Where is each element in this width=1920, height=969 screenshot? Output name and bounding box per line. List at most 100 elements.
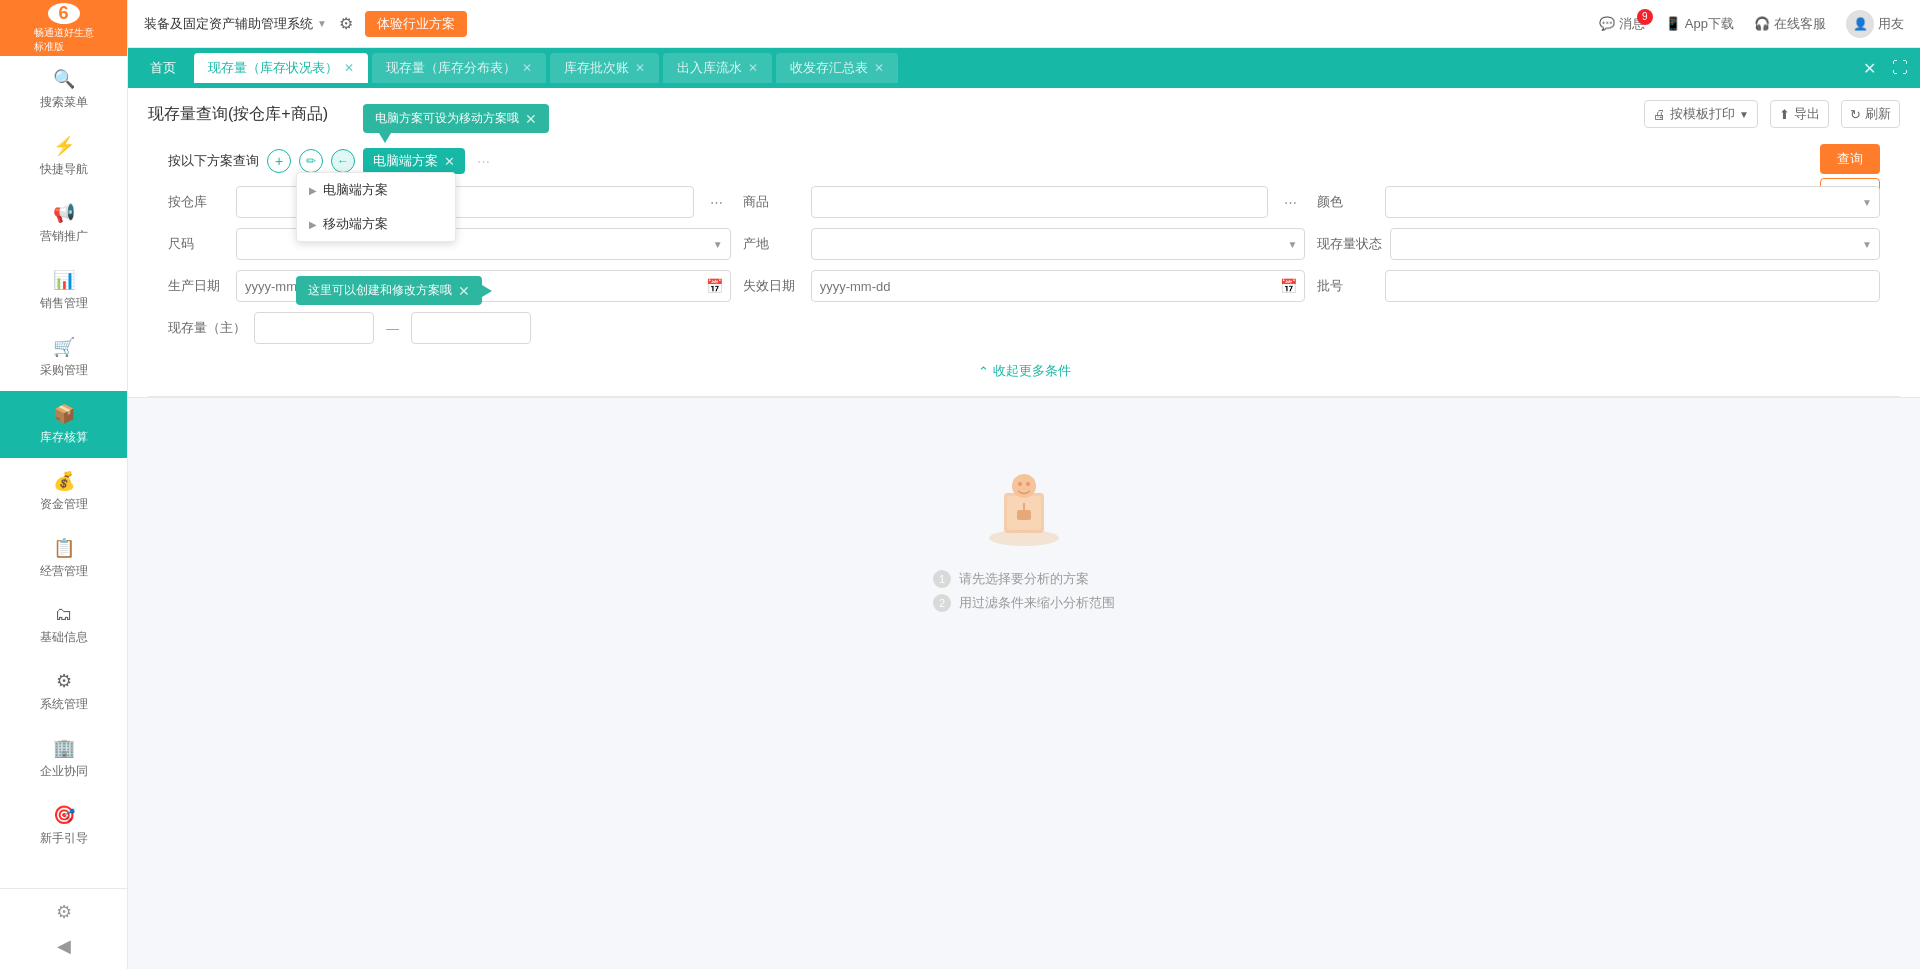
tab-batch-ledger-close[interactable]: ✕ xyxy=(635,61,645,75)
inventory-main-from[interactable] xyxy=(254,312,374,344)
color-label: 颜色 xyxy=(1317,193,1377,211)
tab-inout-flow[interactable]: 出入库流水 ✕ xyxy=(663,53,772,83)
scheme-desktop-label: 电脑端方案 xyxy=(323,181,388,199)
warehouse-dots[interactable]: ⋯ xyxy=(702,195,731,210)
top-header-left: 装备及固定资产辅助管理系统 ▼ ⚙ 体验行业方案 xyxy=(144,11,467,37)
inventory-status-chevron-icon: ▼ xyxy=(1862,239,1872,250)
top-header-right: 💬 消息 9 📱 App下载 🎧 在线客服 👤 用友 xyxy=(1599,10,1904,38)
message-action[interactable]: 💬 消息 9 xyxy=(1599,15,1645,33)
tab-home[interactable]: 首页 xyxy=(136,53,190,83)
inventory-main-to[interactable] xyxy=(411,312,531,344)
tab-bar-actions: ✕ ⛶ xyxy=(1859,55,1912,82)
sales-icon: 📊 xyxy=(53,269,75,291)
collapse-sidebar-icon[interactable]: ◀ xyxy=(57,935,71,957)
sidebar-bottom: ⚙ ◀ xyxy=(0,888,127,969)
color-select[interactable]: ▼ xyxy=(1385,186,1880,218)
range-separator: — xyxy=(386,321,399,336)
inventory-status-select[interactable]: ▼ xyxy=(1390,228,1880,260)
empty-tip-1: 1 请先选择要分析的方案 xyxy=(933,570,1115,588)
message-badge: 9 xyxy=(1637,9,1653,25)
edit-scheme-button[interactable]: ✏ xyxy=(299,149,323,173)
batch-input[interactable] xyxy=(1385,270,1880,302)
sidebar-item-marketing[interactable]: 📢 营销推广 xyxy=(0,190,127,257)
operations-icon: 📋 xyxy=(53,537,75,559)
svg-point-4 xyxy=(1018,482,1022,486)
scheme-tag[interactable]: 电脑端方案 ✕ xyxy=(363,148,465,174)
empty-state: 1 请先选择要分析的方案 2 用过滤条件来缩小分析范围 xyxy=(128,398,1920,672)
settings-bottom-icon[interactable]: ⚙ xyxy=(56,901,72,923)
scheme-tag-close-icon[interactable]: ✕ xyxy=(444,154,455,169)
exp-date-input[interactable] xyxy=(811,270,1306,302)
close-all-tabs-icon[interactable]: ✕ xyxy=(1859,55,1880,82)
prod-date-calendar-icon[interactable]: 📅 xyxy=(706,278,723,294)
sidebar-item-label: 搜索菜单 xyxy=(40,94,88,111)
sidebar-item-purchase[interactable]: 🛒 采购管理 xyxy=(0,324,127,391)
tab-inout-flow-close[interactable]: ✕ xyxy=(748,61,758,75)
filter-row-4: 现存量（主） — xyxy=(168,312,1880,344)
print-button[interactable]: 🖨 按模板打印 ▼ xyxy=(1644,100,1758,128)
system-name-dropdown[interactable]: 装备及固定资产辅助管理系统 ▼ xyxy=(144,15,327,33)
logo-icon: 6 xyxy=(48,3,80,24)
system-name: 装备及固定资产辅助管理系统 xyxy=(144,15,313,33)
sidebar-item-search[interactable]: 🔍 搜索菜单 xyxy=(0,56,127,123)
sidebar-item-system[interactable]: ⚙ 系统管理 xyxy=(0,658,127,725)
sidebar-item-inventory[interactable]: 📦 库存核算 xyxy=(0,391,127,458)
tooltip-scheme-hint: 电脑方案可设为移动方案哦 ✕ xyxy=(363,104,549,133)
sidebar-item-sales[interactable]: 📊 销售管理 xyxy=(0,257,127,324)
tab-inventory-status-close[interactable]: ✕ xyxy=(344,61,354,75)
sidebar-item-operations[interactable]: 📋 经营管理 xyxy=(0,525,127,592)
refresh-button[interactable]: ↻ 刷新 xyxy=(1841,100,1900,128)
tip-text-2: 用过滤条件来缩小分析范围 xyxy=(959,594,1115,612)
tab-inventory-dist-label: 现存量（库存分布表） xyxy=(386,59,516,77)
inventory-main-label: 现存量（主） xyxy=(168,319,246,337)
maximize-icon[interactable]: ⛶ xyxy=(1888,55,1912,81)
top-header: 装备及固定资产辅助管理系统 ▼ ⚙ 体验行业方案 💬 消息 9 📱 App下载 … xyxy=(128,0,1920,48)
quick-nav-icon: ⚡ xyxy=(53,135,75,157)
trial-button[interactable]: 体验行业方案 xyxy=(365,11,467,37)
sidebar-item-basic[interactable]: 🗂 基础信息 xyxy=(0,592,127,658)
tooltip-1-close[interactable]: ✕ xyxy=(525,111,537,127)
page-content: 现存量查询(按仓库+商品) 🖨 按模板打印 ▼ ⬆ 导出 ↻ 刷新 xyxy=(128,88,1920,969)
guide-icon: 🎯 xyxy=(53,804,75,826)
filter-field-inventory-main: 现存量（主） — xyxy=(168,312,735,344)
size-chevron-down-icon: ▼ xyxy=(713,239,723,250)
sidebar-item-label: 系统管理 xyxy=(40,696,88,713)
settings-gear-icon[interactable]: ⚙ xyxy=(339,14,353,33)
service-action[interactable]: 🎧 在线客服 xyxy=(1754,15,1826,33)
dropdown-arrow-icon: ▼ xyxy=(317,18,327,29)
filter-section: 按以下方案查询 + ✏ ← 电脑端方案 ✕ 电脑方案可设为移动方案哦 ✕ xyxy=(148,136,1900,397)
search-button[interactable]: 查询 xyxy=(1820,144,1880,174)
sidebar: 6 畅通道好生意标准版 🔍 搜索菜单 ⚡ 快捷导航 📢 营销推广 📊 销售管理 … xyxy=(0,0,128,969)
sidebar-item-enterprise[interactable]: 🏢 企业协同 xyxy=(0,725,127,792)
size-label: 尺码 xyxy=(168,235,228,253)
tab-inventory-status[interactable]: 现存量（库存状况表） ✕ xyxy=(194,53,368,83)
app-download-action[interactable]: 📱 App下载 xyxy=(1665,15,1734,33)
add-scheme-button[interactable]: + xyxy=(267,149,291,173)
scheme-item-desktop[interactable]: ▶ 电脑端方案 xyxy=(297,173,455,207)
sidebar-item-quick-nav[interactable]: ⚡ 快捷导航 xyxy=(0,123,127,190)
tab-home-label: 首页 xyxy=(150,59,176,77)
color-select-display xyxy=(1385,186,1880,218)
user-menu[interactable]: 👤 用友 xyxy=(1846,10,1904,38)
tab-inventory-dist[interactable]: 现存量（库存分布表） ✕ xyxy=(372,53,546,83)
goods-input[interactable] xyxy=(811,186,1269,218)
page-header: 现存量查询(按仓库+商品) 🖨 按模板打印 ▼ ⬆ 导出 ↻ 刷新 xyxy=(128,88,1920,398)
tooltip-text-1: 电脑方案可设为移动方案哦 xyxy=(375,110,519,127)
origin-select[interactable]: ▼ xyxy=(811,228,1306,260)
scheme-item-mobile[interactable]: ▶ 移动端方案 xyxy=(297,207,455,241)
filter-label: 按以下方案查询 xyxy=(168,152,259,170)
arrow-left-icon[interactable]: ← xyxy=(331,149,355,173)
collapse-filter-btn[interactable]: ⌃ 收起更多条件 xyxy=(168,354,1880,384)
exp-date-input-wrapper: 📅 xyxy=(811,270,1306,302)
tab-inventory-dist-close[interactable]: ✕ xyxy=(522,61,532,75)
tooltip-2-close[interactable]: ✕ xyxy=(458,283,470,299)
exp-date-calendar-icon[interactable]: 📅 xyxy=(1280,278,1297,294)
export-button[interactable]: ⬆ 导出 xyxy=(1770,100,1829,128)
basic-icon: 🗂 xyxy=(55,604,73,625)
tab-receive-summary-close[interactable]: ✕ xyxy=(874,61,884,75)
tab-receive-summary[interactable]: 收发存汇总表 ✕ xyxy=(776,53,898,83)
goods-dots[interactable]: ⋯ xyxy=(1276,195,1305,210)
sidebar-item-finance[interactable]: 💰 资金管理 xyxy=(0,458,127,525)
tab-batch-ledger[interactable]: 库存批次账 ✕ xyxy=(550,53,659,83)
sidebar-item-guide[interactable]: 🎯 新手引导 xyxy=(0,792,127,859)
